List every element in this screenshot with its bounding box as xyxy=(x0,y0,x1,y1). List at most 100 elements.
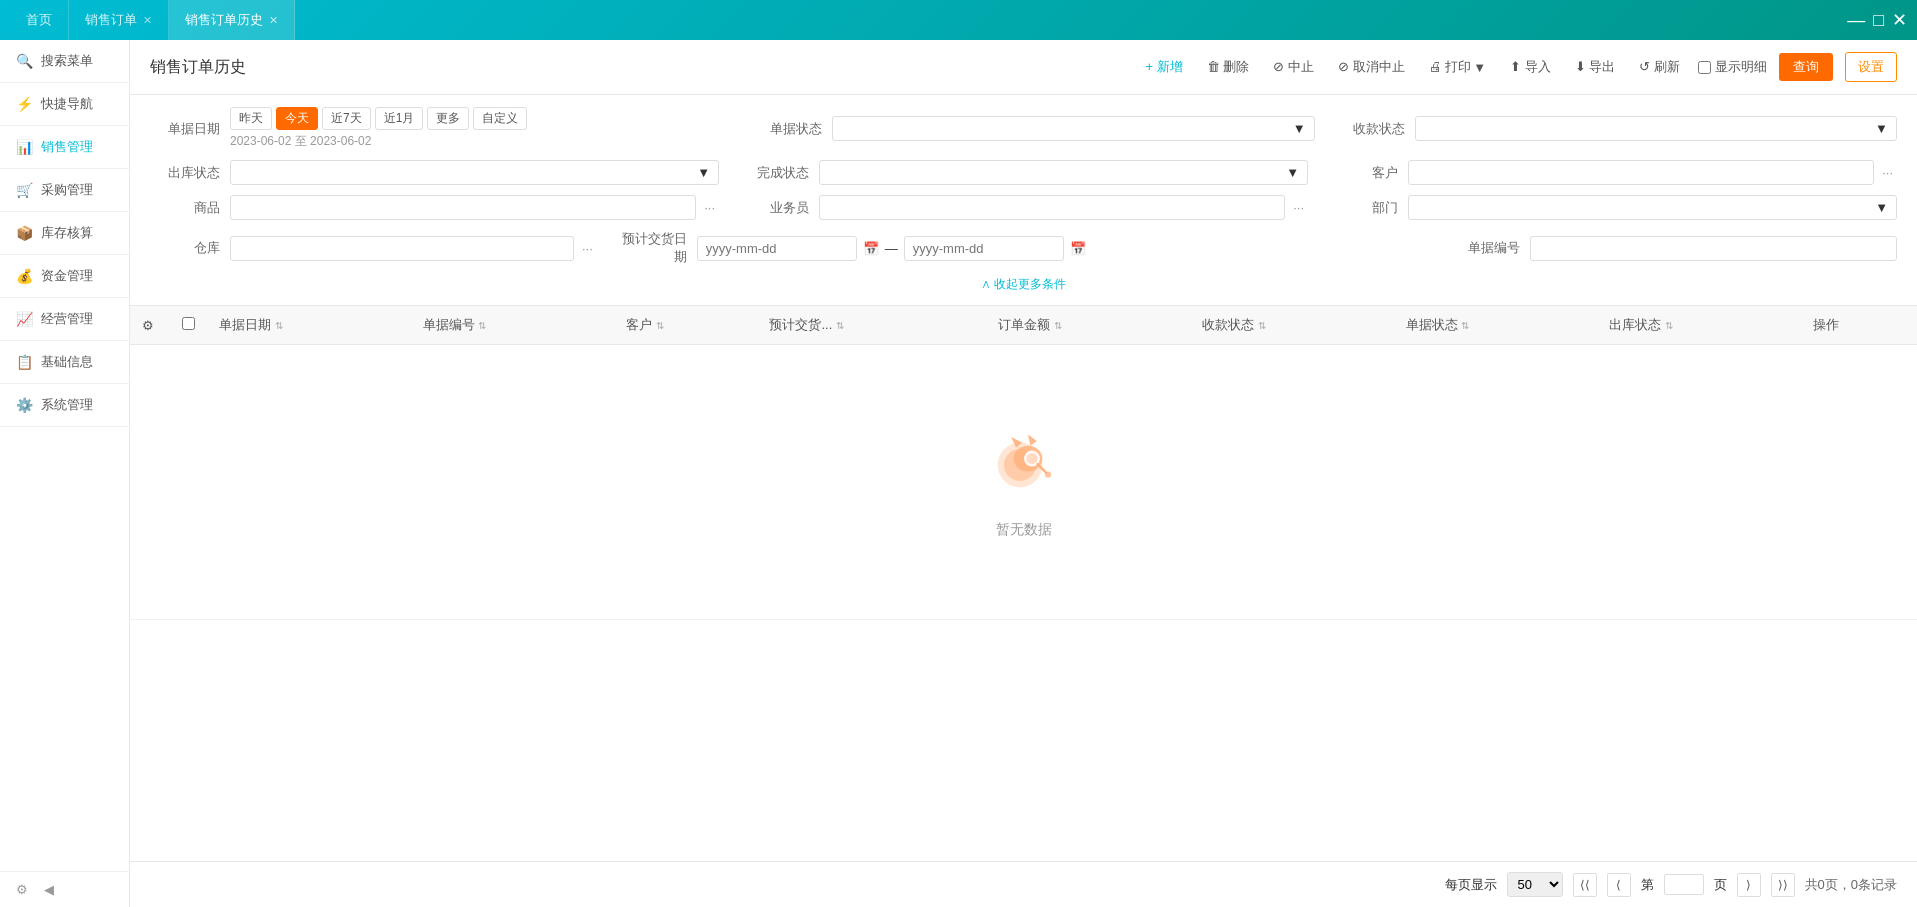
sidebar-item-finance[interactable]: 💰 资金管理 xyxy=(0,255,129,298)
delivery-date-control: 📅 — 📅 xyxy=(697,236,1431,261)
custom-btn[interactable]: 自定义 xyxy=(473,107,527,130)
import-button[interactable]: ⬆ 导入 xyxy=(1504,54,1557,80)
tab-sales-order-history[interactable]: 销售订单历史 ✕ xyxy=(169,0,295,40)
customer-label: 客户 xyxy=(1328,164,1408,182)
checkbox-column-header[interactable] xyxy=(170,306,207,345)
last-page-button[interactable]: ⟩⟩ xyxy=(1771,873,1795,897)
sidebar-item-search-menu[interactable]: 🔍 搜索菜单 xyxy=(0,40,129,83)
content-area: 销售订单历史 + 新增 🗑 删除 ⊘ 中止 ⊘ 取消中止 🖨 打印 ▼ ⬆ 导入… xyxy=(130,40,1917,907)
new-button[interactable]: + 新增 xyxy=(1140,54,1189,80)
delete-button[interactable]: 🗑 删除 xyxy=(1201,54,1256,80)
next-page-button[interactable]: ⟩ xyxy=(1737,873,1761,897)
pay-status-column-header[interactable]: 收款状态 ⇅ xyxy=(1190,306,1394,345)
close-window-icon[interactable]: ✕ xyxy=(1892,9,1907,31)
order-no-column-header[interactable]: 单据编号 ⇅ xyxy=(411,306,615,345)
outbound-status-select[interactable]: ▼ xyxy=(230,160,719,185)
order-status-control: ▼ xyxy=(832,116,1314,141)
tab-home[interactable]: 首页 xyxy=(10,0,69,40)
toolbar: + 新增 🗑 删除 ⊘ 中止 ⊘ 取消中止 🖨 打印 ▼ ⬆ 导入 ⬇ 导出 ↺… xyxy=(1140,52,1897,82)
empty-state-row: 暂无数据 xyxy=(130,345,1917,620)
department-arrow-icon: ▼ xyxy=(1875,200,1888,215)
sidebar-item-quick-nav[interactable]: ⚡ 快捷导航 xyxy=(0,83,129,126)
outbound-status-column-header[interactable]: 出库状态 ⇅ xyxy=(1597,306,1801,345)
stop-button[interactable]: ⊘ 中止 xyxy=(1267,54,1320,80)
minimize-icon[interactable]: — xyxy=(1847,10,1865,31)
last1month-btn[interactable]: 近1月 xyxy=(375,107,424,130)
delivery-date-column-header[interactable]: 预计交货... ⇅ xyxy=(757,306,986,345)
outbound-status-sort-icon: ⇅ xyxy=(1665,320,1673,331)
tab-sales-order-history-close[interactable]: ✕ xyxy=(269,14,278,27)
per-page-select[interactable]: 50 10 20 100 xyxy=(1507,872,1563,897)
order-no-input[interactable] xyxy=(1530,236,1897,261)
page-number-input[interactable]: 1 xyxy=(1664,874,1704,895)
completion-status-label: 完成状态 xyxy=(739,164,819,182)
sidebar-item-operations[interactable]: 📈 经营管理 xyxy=(0,298,129,341)
quick-nav-icon: ⚡ xyxy=(16,96,33,112)
sidebar-collapse-icon[interactable]: ◀ xyxy=(44,882,54,897)
date-column-header[interactable]: 单据日期 ⇅ xyxy=(207,306,411,345)
print-button[interactable]: 🖨 打印 ▼ xyxy=(1423,54,1493,80)
last7days-btn[interactable]: 近7天 xyxy=(322,107,371,130)
page-unit: 页 xyxy=(1714,876,1727,894)
collapse-button[interactable]: ∧ 收起更多条件 xyxy=(981,276,1066,293)
refresh-button[interactable]: ↺ 刷新 xyxy=(1633,54,1686,80)
first-page-button[interactable]: ⟨⟨ xyxy=(1573,873,1597,897)
tab-sales-order-close[interactable]: ✕ xyxy=(143,14,152,27)
maximize-icon[interactable]: □ xyxy=(1873,10,1884,31)
completion-status-select[interactable]: ▼ xyxy=(819,160,1308,185)
cancel-stop-button[interactable]: ⊘ 取消中止 xyxy=(1332,54,1411,80)
sidebar-settings-icon[interactable]: ⚙ xyxy=(16,882,28,897)
sidebar-item-basic-info[interactable]: 📋 基础信息 xyxy=(0,341,129,384)
customer-dots-icon[interactable]: ··· xyxy=(1878,165,1897,180)
outbound-status-arrow-icon: ▼ xyxy=(697,165,710,180)
more-btn[interactable]: 更多 xyxy=(427,107,469,130)
per-page-label: 每页显示 xyxy=(1445,876,1497,894)
customer-input[interactable] xyxy=(1408,160,1874,185)
today-btn[interactable]: 今天 xyxy=(276,107,318,130)
filter-row-3: 商品 ··· 业务员 ··· 部门 ▼ xyxy=(150,195,1897,220)
empty-illustration xyxy=(984,425,1064,505)
prev-page-button[interactable]: ⟨ xyxy=(1607,873,1631,897)
yesterday-btn[interactable]: 昨天 xyxy=(230,107,272,130)
amount-column-header[interactable]: 订单金额 ⇅ xyxy=(986,306,1190,345)
tab-sales-order-label: 销售订单 xyxy=(85,11,137,29)
sidebar-item-sales-mgmt[interactable]: 📊 销售管理 xyxy=(0,126,129,169)
delivery-date-start-input[interactable] xyxy=(697,236,857,261)
settings-column-header[interactable]: ⚙ xyxy=(130,306,170,345)
sidebar-item-purchase-mgmt[interactable]: 🛒 采购管理 xyxy=(0,169,129,212)
sidebar-item-inventory[interactable]: 📦 库存核算 xyxy=(0,212,129,255)
warehouse-dots-icon[interactable]: ··· xyxy=(578,241,597,256)
order-status-select[interactable]: ▼ xyxy=(832,116,1314,141)
product-dots-icon[interactable]: ··· xyxy=(700,200,719,215)
date-range-text: 2023-06-02 至 2023-06-02 xyxy=(230,133,527,150)
sidebar-item-purchase-mgmt-label: 采购管理 xyxy=(41,181,93,199)
outbound-status-col-label: 出库状态 xyxy=(1609,317,1661,332)
calendar-start-icon[interactable]: 📅 xyxy=(863,241,879,256)
product-control: ··· xyxy=(230,195,719,220)
sidebar-item-system[interactable]: ⚙️ 系统管理 xyxy=(0,384,129,427)
order-status-column-header[interactable]: 单据状态 ⇅ xyxy=(1394,306,1598,345)
pagination-bar: 每页显示 50 10 20 100 ⟨⟨ ⟨ 第 1 页 ⟩ ⟩⟩ 共0页，0条… xyxy=(130,861,1917,907)
date-quick-btns: 昨天 今天 近7天 近1月 更多 自定义 xyxy=(230,107,527,130)
date-range-separator: — xyxy=(885,241,898,256)
order-status-col-label: 单据状态 xyxy=(1406,317,1458,332)
payment-status-select[interactable]: ▼ xyxy=(1415,116,1897,141)
tab-sales-order[interactable]: 销售订单 ✕ xyxy=(69,0,169,40)
export-button[interactable]: ⬇ 导出 xyxy=(1569,54,1622,80)
department-select[interactable]: ▼ xyxy=(1408,195,1897,220)
svg-point-4 xyxy=(1026,453,1037,464)
settings-button[interactable]: 设置 xyxy=(1845,52,1897,82)
salesperson-dots-icon[interactable]: ··· xyxy=(1289,200,1308,215)
calendar-end-icon[interactable]: 📅 xyxy=(1070,241,1086,256)
query-button[interactable]: 查询 xyxy=(1779,53,1833,81)
salesperson-input[interactable] xyxy=(819,195,1285,220)
select-all-checkbox[interactable] xyxy=(182,317,195,330)
warehouse-input[interactable] xyxy=(230,236,574,261)
data-table: ⚙ 单据日期 ⇅ 单据编号 ⇅ 客户 xyxy=(130,306,1917,620)
page-title: 销售订单历史 xyxy=(150,57,246,78)
table-body: 暂无数据 xyxy=(130,345,1917,620)
show-detail-checkbox[interactable] xyxy=(1698,61,1711,74)
delivery-date-end-input[interactable] xyxy=(904,236,1064,261)
customer-column-header[interactable]: 客户 ⇅ xyxy=(614,306,757,345)
product-input[interactable] xyxy=(230,195,696,220)
